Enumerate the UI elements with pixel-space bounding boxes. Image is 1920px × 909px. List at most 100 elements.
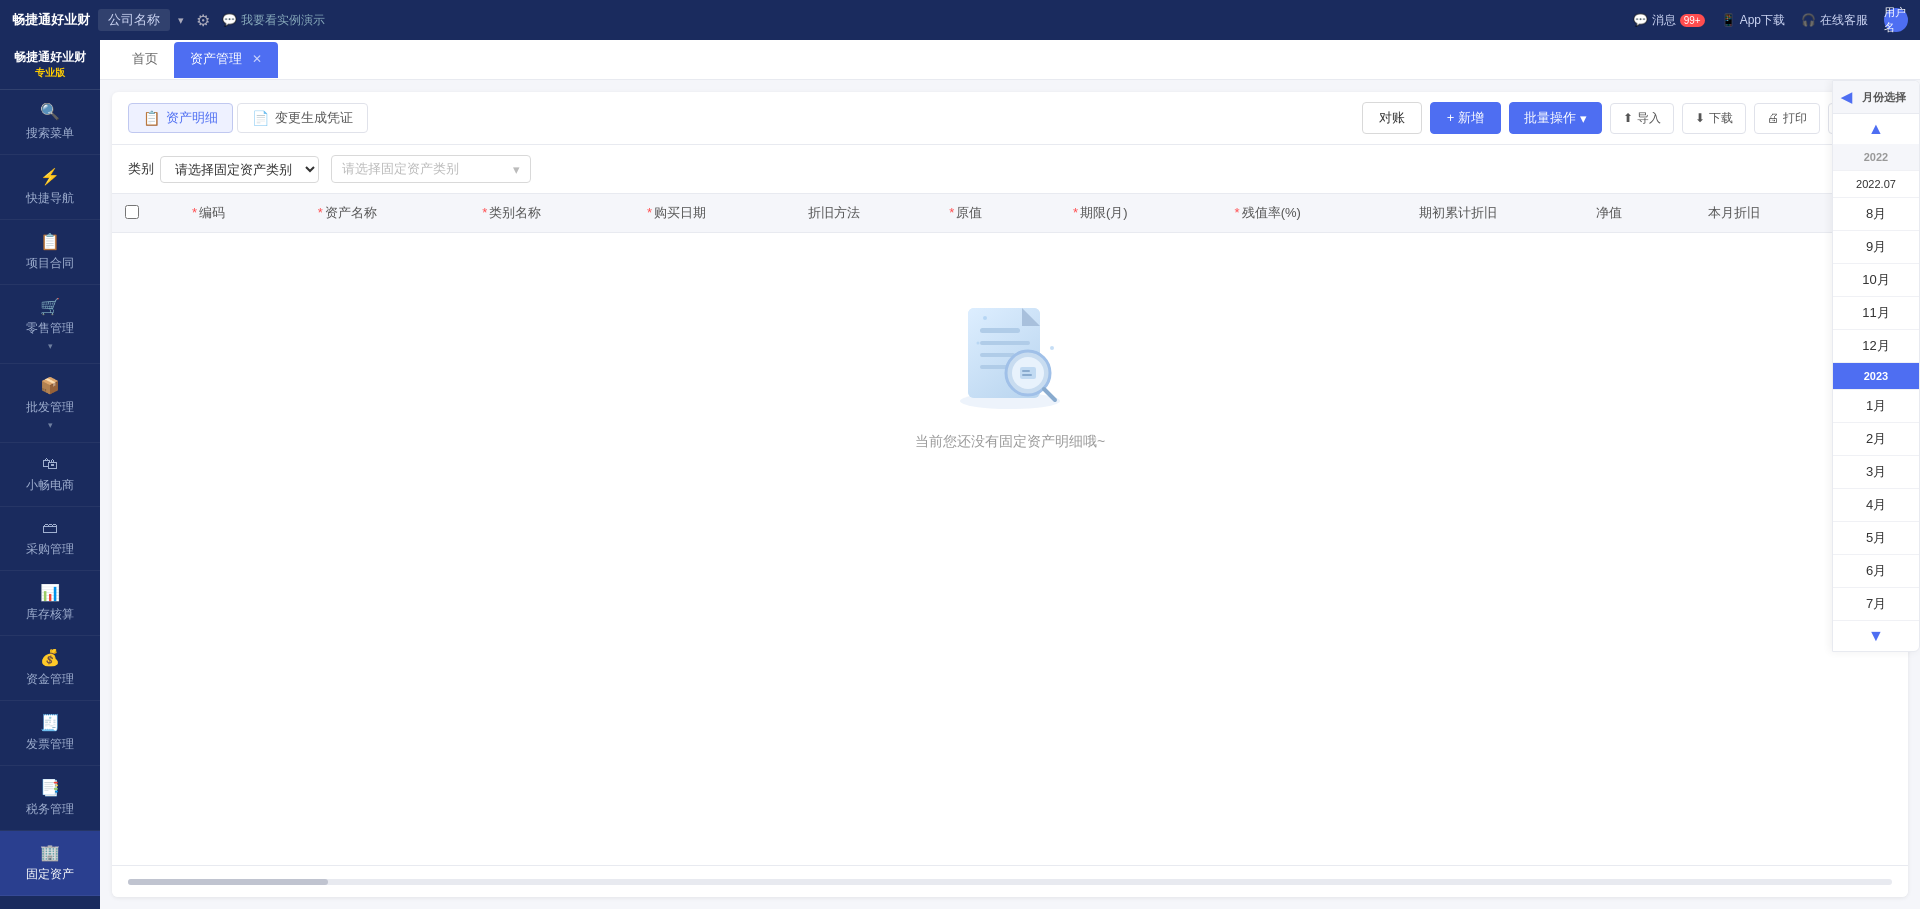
sidebar-item-salary[interactable]: 💵 工资 <box>0 896 100 909</box>
add-button[interactable]: + 新增 <box>1430 102 1501 134</box>
wholesale-sub-arrow: ▾ <box>48 420 53 430</box>
sidebar-item-invoice[interactable]: 🧾 发票管理 <box>0 701 100 766</box>
year-2022-label: 2022 <box>1833 144 1919 171</box>
month-item-2023-03[interactable]: 3月 <box>1833 456 1919 489</box>
sidebar-item-ecommerce[interactable]: 🛍 小畅电商 <box>0 443 100 507</box>
sidebar-item-finance[interactable]: 💰 资金管理 <box>0 636 100 701</box>
month-item-2022-12[interactable]: 12月 <box>1833 330 1919 363</box>
empty-state: 当前您还没有固定资产明细哦~ <box>112 233 1908 511</box>
sidebar-item-search[interactable]: 🔍 搜索菜单 <box>0 90 100 155</box>
collapse-left-icon[interactable]: ◀ <box>1841 89 1852 105</box>
change-voucher-icon: 📄 <box>252 110 269 126</box>
sub-tab-left: 📋 资产明细 📄 变更生成凭证 <box>128 103 368 133</box>
empty-text: 当前您还没有固定资产明细哦~ <box>915 433 1105 451</box>
scrollbar-thumb[interactable] <box>128 879 328 885</box>
tab-asset-management[interactable]: 资产管理 ✕ <box>174 42 278 78</box>
sidebar-item-invoice-label: 发票管理 <box>26 736 74 753</box>
svg-rect-10 <box>1022 370 1030 372</box>
invoice-icon: 🧾 <box>40 713 60 732</box>
month-item-2023-06[interactable]: 6月 <box>1833 555 1919 588</box>
asset-detail-icon: 📋 <box>143 110 160 126</box>
print-button[interactable]: 🖨 打印 <box>1754 103 1820 134</box>
sidebar-item-inventory-label: 库存核算 <box>26 606 74 623</box>
purchase-icon: 🗃 <box>42 519 58 537</box>
tab-home[interactable]: 首页 <box>116 42 174 78</box>
import-icon: ⬆ <box>1623 111 1633 125</box>
table-wrap: *编码 *资产名称 *类别名称 *购买日期 折旧方法 *原值 *期限(月) *残… <box>112 194 1908 865</box>
mobile-icon: 📱 <box>1721 13 1736 27</box>
month-item-2022-09[interactable]: 9月 <box>1833 231 1919 264</box>
select-all-checkbox[interactable] <box>125 205 139 219</box>
month-list: 2022 2022.07 8月 9月 10月 11月 <box>1833 144 1919 621</box>
page-content: 📋 资产明细 📄 变更生成凭证 对账 + 新增 批量操作 ▾ <box>100 80 1920 909</box>
app-logo: 畅捷通好业财 <box>12 12 90 29</box>
month-label-2023-2: 2月 <box>1866 430 1886 448</box>
retail-icon: 🛒 <box>40 297 60 316</box>
message-btn[interactable]: 💬 消息 99+ <box>1633 12 1705 29</box>
sidebar-item-wholesale[interactable]: 📦 批发管理 ▾ <box>0 364 100 443</box>
month-item-2023-01[interactable]: 1月 <box>1833 390 1919 423</box>
svg-rect-3 <box>980 328 1020 333</box>
month-item-2023-05[interactable]: 5月 <box>1833 522 1919 555</box>
settings-icon[interactable]: ⚙ <box>192 7 214 34</box>
month-label-8: 8月 <box>1866 205 1886 223</box>
sidebar-item-project[interactable]: 📋 项目合同 <box>0 220 100 285</box>
tab-close-icon[interactable]: ✕ <box>252 52 262 66</box>
bottom-scrollbar[interactable] <box>128 879 1892 885</box>
app-download-btn[interactable]: 📱 App下载 <box>1721 12 1785 29</box>
month-item-2022-08[interactable]: 8月 <box>1833 198 1919 231</box>
import-button[interactable]: ⬆ 导入 <box>1610 103 1674 134</box>
month-item-2022-07[interactable]: 2022.07 <box>1833 171 1919 198</box>
sidebar-item-retail[interactable]: 🛒 零售管理 ▾ <box>0 285 100 364</box>
sub-tab-change-voucher-label: 变更生成凭证 <box>275 109 353 127</box>
download-button[interactable]: ⬇ 下载 <box>1682 103 1746 134</box>
month-label-2023-4: 4月 <box>1866 496 1886 514</box>
month-item-2023-02[interactable]: 2月 <box>1833 423 1919 456</box>
top-bar-right: 💬 消息 99+ 📱 App下载 🎧 在线客服 用户名 <box>1633 8 1908 32</box>
month-item-2023-04[interactable]: 4月 <box>1833 489 1919 522</box>
sidebar-item-finance-label: 资金管理 <box>26 671 74 688</box>
online-service-btn[interactable]: 🎧 在线客服 <box>1801 12 1868 29</box>
empty-illustration <box>940 293 1080 413</box>
sidebar-item-tax[interactable]: 📑 税务管理 <box>0 766 100 831</box>
svg-rect-5 <box>980 353 1015 357</box>
month-item-2022-10[interactable]: 10月 <box>1833 264 1919 297</box>
bottom-bar <box>112 865 1908 897</box>
svg-rect-4 <box>980 341 1030 345</box>
finance-icon: 💰 <box>40 648 60 667</box>
month-nav-down-btn[interactable]: ▼ <box>1868 627 1884 645</box>
asset-panel: 📋 资产明细 📄 变更生成凭证 对账 + 新增 批量操作 ▾ <box>112 92 1908 897</box>
sidebar-item-purchase[interactable]: 🗃 采购管理 <box>0 507 100 571</box>
month-label-12: 12月 <box>1862 337 1889 355</box>
sidebar-item-inventory[interactable]: 📊 库存核算 <box>0 571 100 636</box>
th-category-name: *类别名称 <box>430 194 595 233</box>
month-item-2023-07[interactable]: 7月 <box>1833 588 1919 621</box>
table-header-row: *编码 *资产名称 *类别名称 *购买日期 折旧方法 *原值 *期限(月) *残… <box>112 194 1908 233</box>
month-nav-up-btn[interactable]: ▲ <box>1868 120 1884 138</box>
category-input[interactable]: 请选择固定资产类别 ▾ <box>331 155 531 183</box>
tab-asset-management-label: 资产管理 <box>190 50 242 68</box>
month-item-2022-11[interactable]: 11月 <box>1833 297 1919 330</box>
demo-link[interactable]: 💬 我要看实例演示 <box>222 12 325 29</box>
avatar[interactable]: 用户名 <box>1884 8 1908 32</box>
demo-icon: 💬 <box>222 13 237 27</box>
sidebar-item-quick-nav[interactable]: ⚡ 快捷导航 <box>0 155 100 220</box>
duizhang-button[interactable]: 对账 <box>1362 102 1422 134</box>
app-download-label: App下载 <box>1740 12 1785 29</box>
category-select[interactable]: 请选择固定资产类别 房屋建筑 机器设备 交通运输工具 电子设备 <box>160 156 319 183</box>
company-dropdown-arrow[interactable]: ▾ <box>178 14 184 27</box>
sub-tab-change-voucher[interactable]: 📄 变更生成凭证 <box>237 103 368 133</box>
batch-button[interactable]: 批量操作 ▾ <box>1509 102 1602 134</box>
category-filter-label: 类别 <box>128 160 154 178</box>
company-selector[interactable]: 公司名称 <box>98 9 170 31</box>
month-panel: ◀ 月份选择 ▲ 2022 2022.07 8月 <box>1832 80 1920 652</box>
sidebar-logo: 畅捷通好业财 专业版 <box>0 40 100 90</box>
sidebar-app-name: 畅捷通好业财 <box>14 50 86 64</box>
filter-dropdown-arrow: ▾ <box>513 162 520 177</box>
sidebar-item-fixed-assets[interactable]: 🏢 固定资产 <box>0 831 100 896</box>
sub-tab-asset-detail[interactable]: 📋 资产明细 <box>128 103 233 133</box>
top-bar: 畅捷通好业财 公司名称 ▾ ⚙ 💬 我要看实例演示 💬 消息 99+ 📱 App… <box>0 0 1920 40</box>
th-period: *期限(月) <box>1022 194 1178 233</box>
month-label-2023-3: 3月 <box>1866 463 1886 481</box>
category-input-placeholder: 请选择固定资产类别 <box>342 160 459 178</box>
